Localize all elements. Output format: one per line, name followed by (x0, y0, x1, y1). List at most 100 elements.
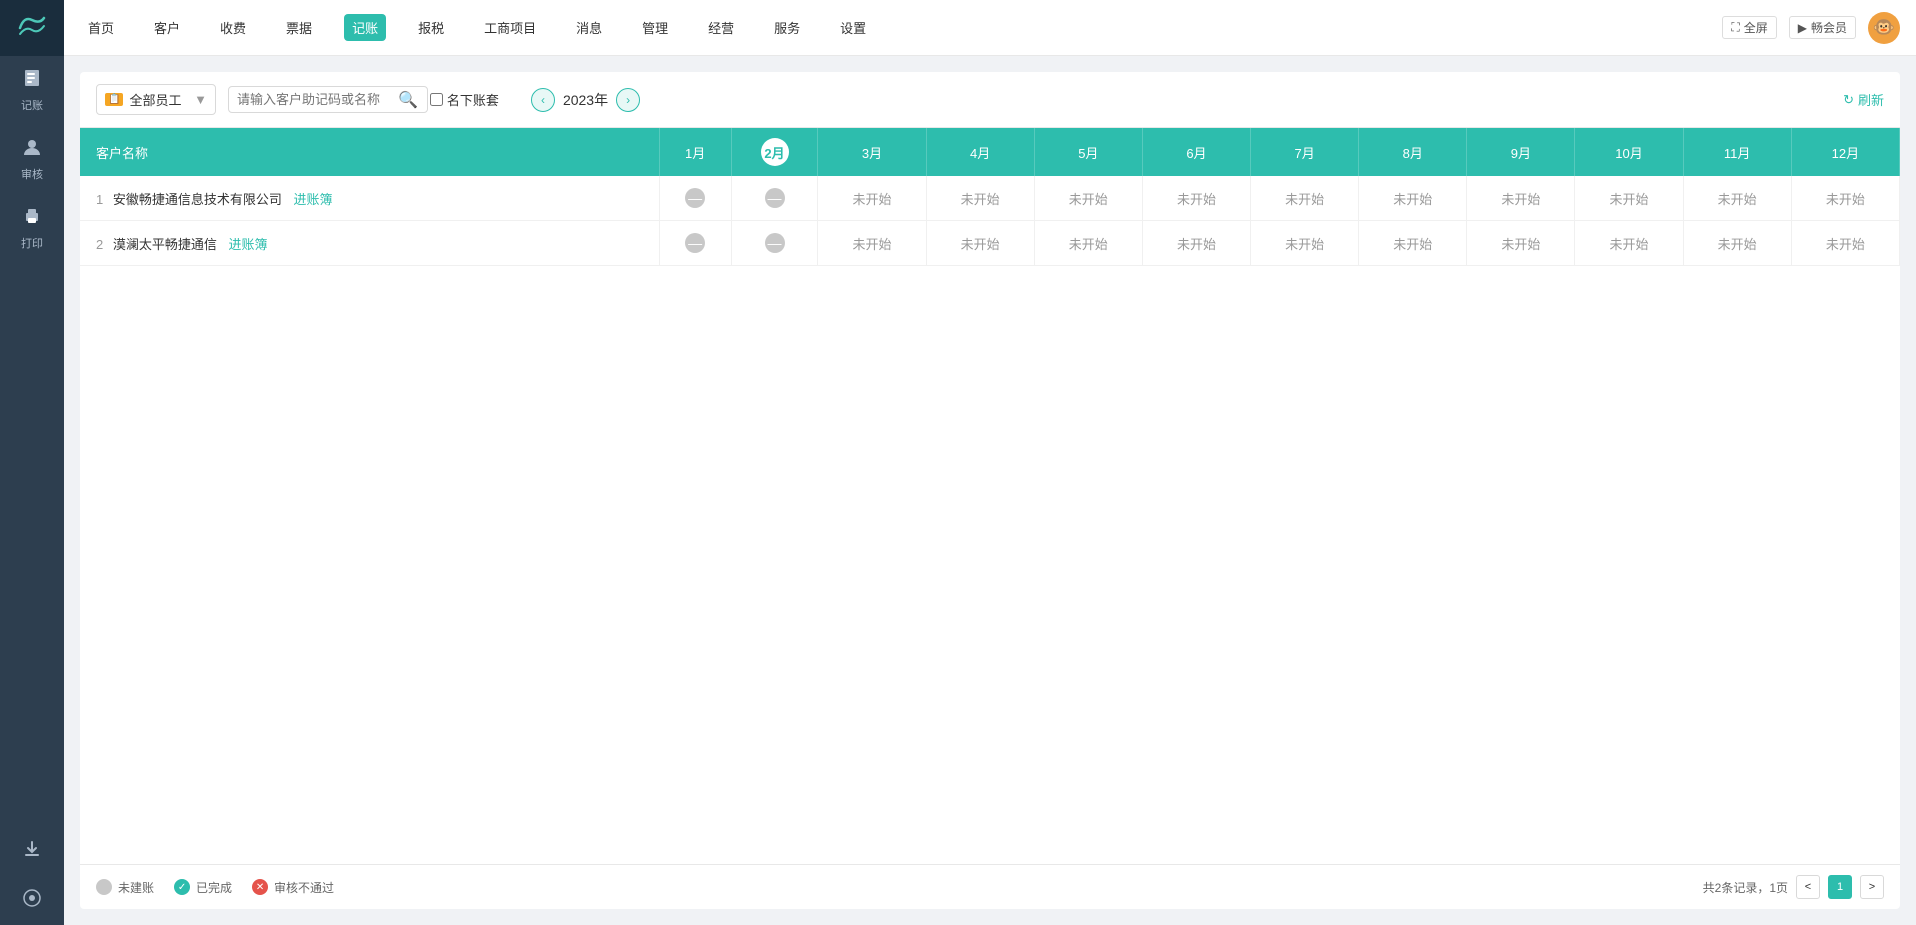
nav-ledger[interactable]: 记账 (344, 14, 386, 41)
status-not-started: 未开始 (1610, 192, 1649, 207)
month-cell: 未开始 (926, 221, 1034, 266)
refresh-button[interactable]: ↻ 刷新 (1843, 90, 1884, 109)
table-row: 2 漠澜太平畅捷通信 进账簿 — — 未开始 未开始 未开始 未开始 未开始 未开始 未开始 未开始… (80, 221, 1900, 266)
col-month-9: 9月 (1467, 128, 1575, 176)
month-cell: 未开始 (1467, 176, 1575, 221)
status-not-started: 未开始 (1069, 237, 1108, 252)
client-name: 漠澜太平畅捷通信 (113, 237, 217, 252)
accounts-checkbox[interactable] (430, 93, 443, 106)
month-cell: 未开始 (1467, 221, 1575, 266)
year-label: 2023年 (563, 90, 608, 110)
nav-business[interactable]: 工商项目 (476, 14, 544, 41)
nav-home[interactable]: 首页 (80, 14, 122, 41)
search-button[interactable]: 🔍 (398, 90, 418, 110)
legend-rejected: ✕ 审核不通过 (252, 879, 334, 896)
status-not-started: 未开始 (1177, 237, 1216, 252)
status-not-started: 未开始 (1285, 237, 1324, 252)
support-icon (22, 888, 42, 913)
nav-tax[interactable]: 报税 (410, 14, 452, 41)
vip-button[interactable]: ▶ 畅会员 (1789, 16, 1856, 39)
table-wrap: 客户名称 1月 2月 3月 4月 5月 6月 7月 8月 9月 (80, 128, 1900, 864)
col-month-11: 11月 (1683, 128, 1791, 176)
month-cell: 未开始 (1142, 176, 1250, 221)
table-body: 1 安徽畅捷通信息技术有限公司 进账簿——未开始未开始未开始未开始未开始未开始未… (80, 176, 1900, 266)
current-page-button[interactable]: 1 (1828, 875, 1852, 899)
year-next-button[interactable]: › (616, 88, 640, 112)
sidebar-item-support[interactable] (0, 876, 64, 925)
fullscreen-button[interactable]: ⛶ 全屏 (1722, 16, 1776, 39)
avatar[interactable]: 🐵 (1868, 12, 1900, 44)
sidebar-item-ledger[interactable]: 记账 (0, 56, 64, 125)
audit-icon (22, 137, 42, 162)
col-month-1: 1月 (659, 128, 731, 176)
legend-red-dot: ✕ (252, 879, 268, 895)
month-cell: 未开始 (1683, 221, 1791, 266)
month-cell: — (659, 176, 731, 221)
refresh-icon: ↻ (1843, 92, 1854, 108)
sidebar-item-print[interactable]: 打印 (0, 194, 64, 263)
nav-manage[interactable]: 管理 (634, 14, 676, 41)
status-not-started: 未开始 (1718, 237, 1757, 252)
month-cell: 未开始 (1251, 176, 1359, 221)
next-page-button[interactable]: > (1860, 875, 1884, 899)
ledger-icon (22, 68, 42, 93)
sidebar-item-audit[interactable]: 审核 (0, 125, 64, 194)
client-name: 安徽畅捷通信息技术有限公司 (113, 192, 282, 207)
status-dash: — (765, 233, 785, 253)
sidebar-bottom (0, 827, 64, 925)
nav-billing[interactable]: 收费 (212, 14, 254, 41)
month-cell: 未开始 (818, 221, 926, 266)
legend-completed-label: 已完成 (196, 879, 232, 896)
prev-page-button[interactable]: < (1796, 875, 1820, 899)
month-cell: 未开始 (1575, 176, 1683, 221)
select-arrow: ▼ (194, 92, 207, 107)
legend-rejected-label: 审核不通过 (274, 879, 334, 896)
enter-ledger-link[interactable]: 进账簿 (229, 237, 268, 252)
employee-select[interactable]: 📋 全部员工 ▼ (96, 84, 216, 115)
checkbox-label[interactable]: 名下账套 (430, 90, 499, 109)
year-prev-button[interactable]: ‹ (531, 88, 555, 112)
month-cell: 未开始 (1034, 176, 1142, 221)
sidebar-item-download[interactable] (0, 827, 64, 876)
row-index: 2 (96, 237, 103, 252)
logo (0, 0, 64, 56)
nav-service[interactable]: 服务 (766, 14, 808, 41)
status-not-started: 未开始 (853, 192, 892, 207)
enter-ledger-link[interactable]: 进账簿 (294, 192, 333, 207)
topnav-right: ⛶ 全屏 ▶ 畅会员 🐵 (1722, 12, 1900, 44)
status-not-started: 未开始 (1826, 192, 1865, 207)
month-cell: 未开始 (1142, 221, 1250, 266)
nav-client[interactable]: 客户 (146, 14, 188, 41)
sidebar-item-audit-label: 审核 (21, 166, 43, 182)
col-month-2: 2月 (731, 128, 818, 176)
month-cell: — (731, 221, 818, 266)
col-month-8: 8月 (1359, 128, 1467, 176)
month-cell: 未开始 (818, 176, 926, 221)
status-dash: — (685, 188, 705, 208)
row-index: 1 (96, 192, 103, 207)
month-cell: 未开始 (1791, 176, 1899, 221)
month-cell: 未开始 (1034, 221, 1142, 266)
status-not-started: 未开始 (1393, 192, 1432, 207)
table-header-row: 客户名称 1月 2月 3月 4月 5月 6月 7月 8月 9月 (80, 128, 1900, 176)
status-not-started: 未开始 (1285, 192, 1324, 207)
legend-not-built-label: 未建账 (118, 879, 154, 896)
total-label: 共2条记录，1页 (1703, 879, 1788, 896)
print-icon (22, 206, 42, 231)
nav-message[interactable]: 消息 (568, 14, 610, 41)
month-cell: 未开始 (1251, 221, 1359, 266)
status-not-started: 未开始 (1501, 192, 1540, 207)
nav-invoice[interactable]: 票据 (278, 14, 320, 41)
fullscreen-icon: ⛶ (1731, 20, 1739, 35)
table-row: 1 安徽畅捷通信息技术有限公司 进账簿——未开始未开始未开始未开始未开始未开始未… (80, 176, 1900, 221)
nav-operation[interactable]: 经营 (700, 14, 742, 41)
footer: 未建账 ✓ 已完成 ✕ 审核不通过 共2条记录，1页 < 1 > (80, 864, 1900, 909)
active-month-badge: 2月 (761, 138, 789, 166)
nav-settings[interactable]: 设置 (832, 14, 874, 41)
status-not-started: 未开始 (853, 237, 892, 252)
status-not-started: 未开始 (1826, 237, 1865, 252)
status-dash: — (685, 233, 705, 253)
sidebar-item-print-label: 打印 (21, 235, 43, 251)
col-month-3: 3月 (818, 128, 926, 176)
month-cell: — (731, 176, 818, 221)
